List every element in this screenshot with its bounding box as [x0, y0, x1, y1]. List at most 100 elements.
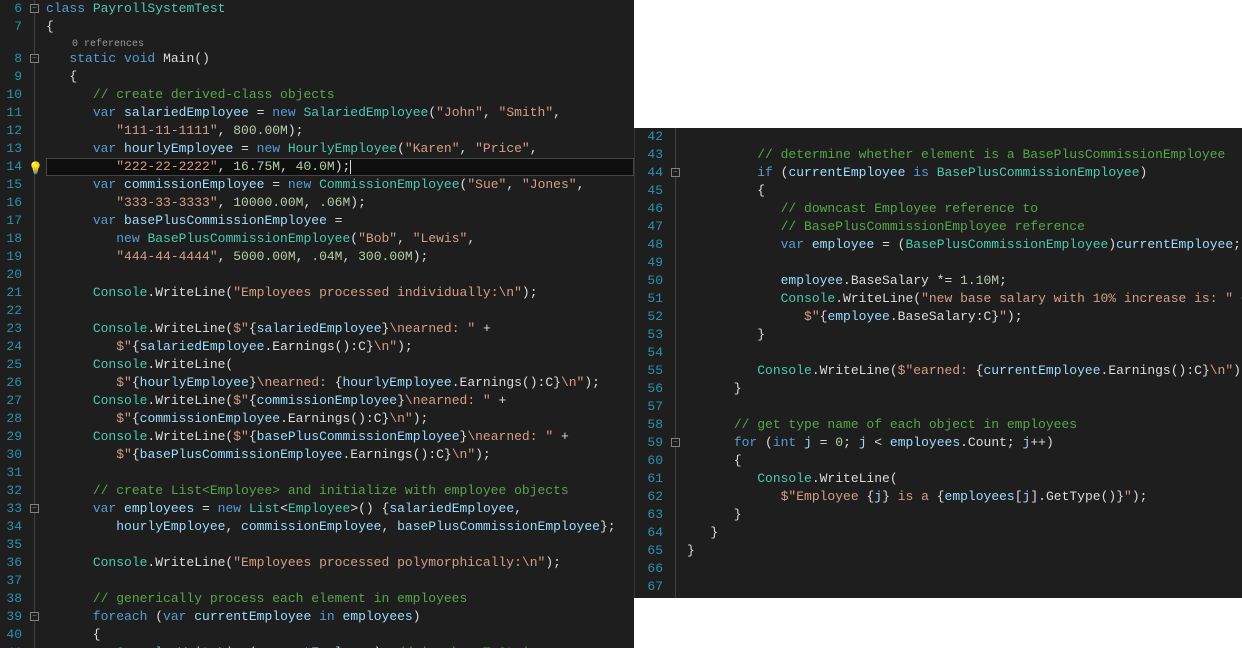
code-line[interactable] [46, 266, 634, 284]
line-number[interactable]: 44 [635, 164, 663, 182]
line-number[interactable]: 54 [635, 344, 663, 362]
code-line[interactable]: Console.WriteLine("Employees processed i… [46, 284, 634, 302]
code-line[interactable] [687, 344, 1242, 362]
line-number-gutter[interactable]: 6789101112131415161718192021222324252627… [0, 0, 28, 648]
code-line[interactable] [46, 536, 634, 554]
line-number[interactable]: 20 [0, 266, 22, 284]
line-number[interactable]: 67 [635, 578, 663, 596]
line-number[interactable]: 46 [635, 200, 663, 218]
line-number[interactable]: 16 [0, 194, 22, 212]
line-number[interactable]: 34 [0, 518, 22, 536]
line-number[interactable]: 59 [635, 434, 663, 452]
line-number[interactable]: 55 [635, 362, 663, 380]
line-number[interactable]: 52 [635, 308, 663, 326]
line-number[interactable]: 66 [635, 560, 663, 578]
fold-toggle-icon[interactable]: − [30, 612, 39, 621]
code-line[interactable]: $"Employee {j} is a {employees[j].GetTyp… [687, 488, 1242, 506]
line-number[interactable]: 61 [635, 470, 663, 488]
code-line[interactable]: "333-33-3333", 10000.00M, .06M); [46, 194, 634, 212]
line-number[interactable]: 38 [0, 590, 22, 608]
line-number[interactable]: 49 [635, 254, 663, 272]
codelens-references[interactable]: 0 references [46, 36, 634, 50]
fold-toggle-icon[interactable]: − [30, 504, 39, 513]
line-number[interactable]: 48 [635, 236, 663, 254]
code-line[interactable]: Console.WriteLine($"{basePlusCommissionE… [46, 428, 634, 446]
code-line[interactable]: Console.WriteLine(currentEmployee); // i… [46, 644, 634, 648]
code-line[interactable]: { [46, 18, 634, 36]
code-line[interactable]: hourlyEmployee, commissionEmployee, base… [46, 518, 634, 536]
code-line[interactable]: $"{employee.BaseSalary:C}"); [687, 308, 1242, 326]
code-line[interactable]: var hourlyEmployee = new HourlyEmployee(… [46, 140, 634, 158]
code-line[interactable]: // BasePlusCommissionEmployee reference [687, 218, 1242, 236]
code-line[interactable]: var employee = (BasePlusCommissionEmploy… [687, 236, 1242, 254]
line-number[interactable]: 41 [0, 644, 22, 648]
line-number[interactable]: 57 [635, 398, 663, 416]
code-line[interactable]: new BasePlusCommissionEmployee("Bob", "L… [46, 230, 634, 248]
line-number[interactable]: 36 [0, 554, 22, 572]
code-line[interactable]: var salariedEmployee = new SalariedEmplo… [46, 104, 634, 122]
line-number[interactable]: 62 [635, 488, 663, 506]
code-line[interactable] [46, 464, 634, 482]
line-number[interactable]: 15 [0, 176, 22, 194]
code-line[interactable]: Console.WriteLine("Employees processed p… [46, 554, 634, 572]
code-line[interactable]: // get type name of each object in emplo… [687, 416, 1242, 434]
code-line[interactable]: var commissionEmployee = new CommissionE… [46, 176, 634, 194]
code-line[interactable]: $"{commissionEmployee.Earnings():C}\n"); [46, 410, 634, 428]
code-line[interactable]: // determine whether element is a BasePl… [687, 146, 1242, 164]
code-line[interactable]: { [46, 626, 634, 644]
line-number-gutter[interactable]: 4243444546474849505152535455565758596061… [635, 128, 669, 598]
code-line[interactable]: class PayrollSystemTest [46, 0, 634, 18]
code-line[interactable] [46, 302, 634, 320]
line-number[interactable]: 27 [0, 392, 22, 410]
editor-pane-right[interactable]: 4243444546474849505152535455565758596061… [634, 128, 1242, 598]
line-number[interactable]: 9 [0, 68, 22, 86]
editor-pane-left[interactable]: 6789101112131415161718192021222324252627… [0, 0, 634, 648]
line-number[interactable]: 24 [0, 338, 22, 356]
line-number[interactable]: 60 [635, 452, 663, 470]
code-line[interactable]: Console.WriteLine($"earned: {currentEmpl… [687, 362, 1242, 380]
code-line[interactable]: } [687, 506, 1242, 524]
line-number[interactable]: 63 [635, 506, 663, 524]
code-line[interactable]: var employees = new List<Employee>() {sa… [46, 500, 634, 518]
line-number[interactable]: 53 [635, 326, 663, 344]
code-line[interactable]: Console.WriteLine("new base salary with … [687, 290, 1242, 308]
line-number[interactable]: 39 [0, 608, 22, 626]
code-line[interactable]: Console.WriteLine($"{commissionEmployee}… [46, 392, 634, 410]
fold-toggle-icon[interactable]: − [671, 438, 680, 447]
code-line[interactable] [687, 398, 1242, 416]
code-line[interactable]: $"{basePlusCommissionEmployee.Earnings()… [46, 446, 634, 464]
code-line[interactable]: $"{salariedEmployee.Earnings():C}\n"); [46, 338, 634, 356]
fold-column[interactable]: −− [669, 128, 683, 598]
code-line[interactable] [687, 128, 1242, 146]
line-number[interactable]: 8 [0, 50, 22, 68]
line-number[interactable]: 51 [635, 290, 663, 308]
code-line[interactable] [687, 578, 1242, 596]
fold-column[interactable]: − − − − [28, 0, 42, 648]
line-number[interactable]: 31 [0, 464, 22, 482]
code-line[interactable]: Console.WriteLine( [46, 356, 634, 374]
line-number[interactable]: 32 [0, 482, 22, 500]
code-line[interactable]: } [687, 380, 1242, 398]
code-line[interactable]: if (currentEmployee is BasePlusCommissio… [687, 164, 1242, 182]
line-number[interactable]: 30 [0, 446, 22, 464]
code-line[interactable]: // generically process each element in e… [46, 590, 634, 608]
line-number[interactable]: 11 [0, 104, 22, 122]
code-line[interactable] [46, 572, 634, 590]
line-number[interactable]: 65 [635, 542, 663, 560]
code-line[interactable]: var basePlusCommissionEmployee = [46, 212, 634, 230]
line-number[interactable]: 12 [0, 122, 22, 140]
code-line[interactable]: static void Main() [46, 50, 634, 68]
code-line[interactable]: { [687, 182, 1242, 200]
code-line[interactable]: // downcast Employee reference to [687, 200, 1242, 218]
line-number[interactable]: 29 [0, 428, 22, 446]
line-number[interactable]: 40 [0, 626, 22, 644]
code-line[interactable] [687, 560, 1242, 578]
code-line[interactable]: Console.WriteLine( [687, 470, 1242, 488]
code-line[interactable] [687, 254, 1242, 272]
fold-toggle-icon[interactable]: − [30, 54, 39, 63]
line-number[interactable]: 33 [0, 500, 22, 518]
code-line[interactable]: "111-11-1111", 800.00M); [46, 122, 634, 140]
line-number[interactable]: 19 [0, 248, 22, 266]
line-number[interactable]: 21 [0, 284, 22, 302]
fold-toggle-icon[interactable]: − [30, 4, 39, 13]
